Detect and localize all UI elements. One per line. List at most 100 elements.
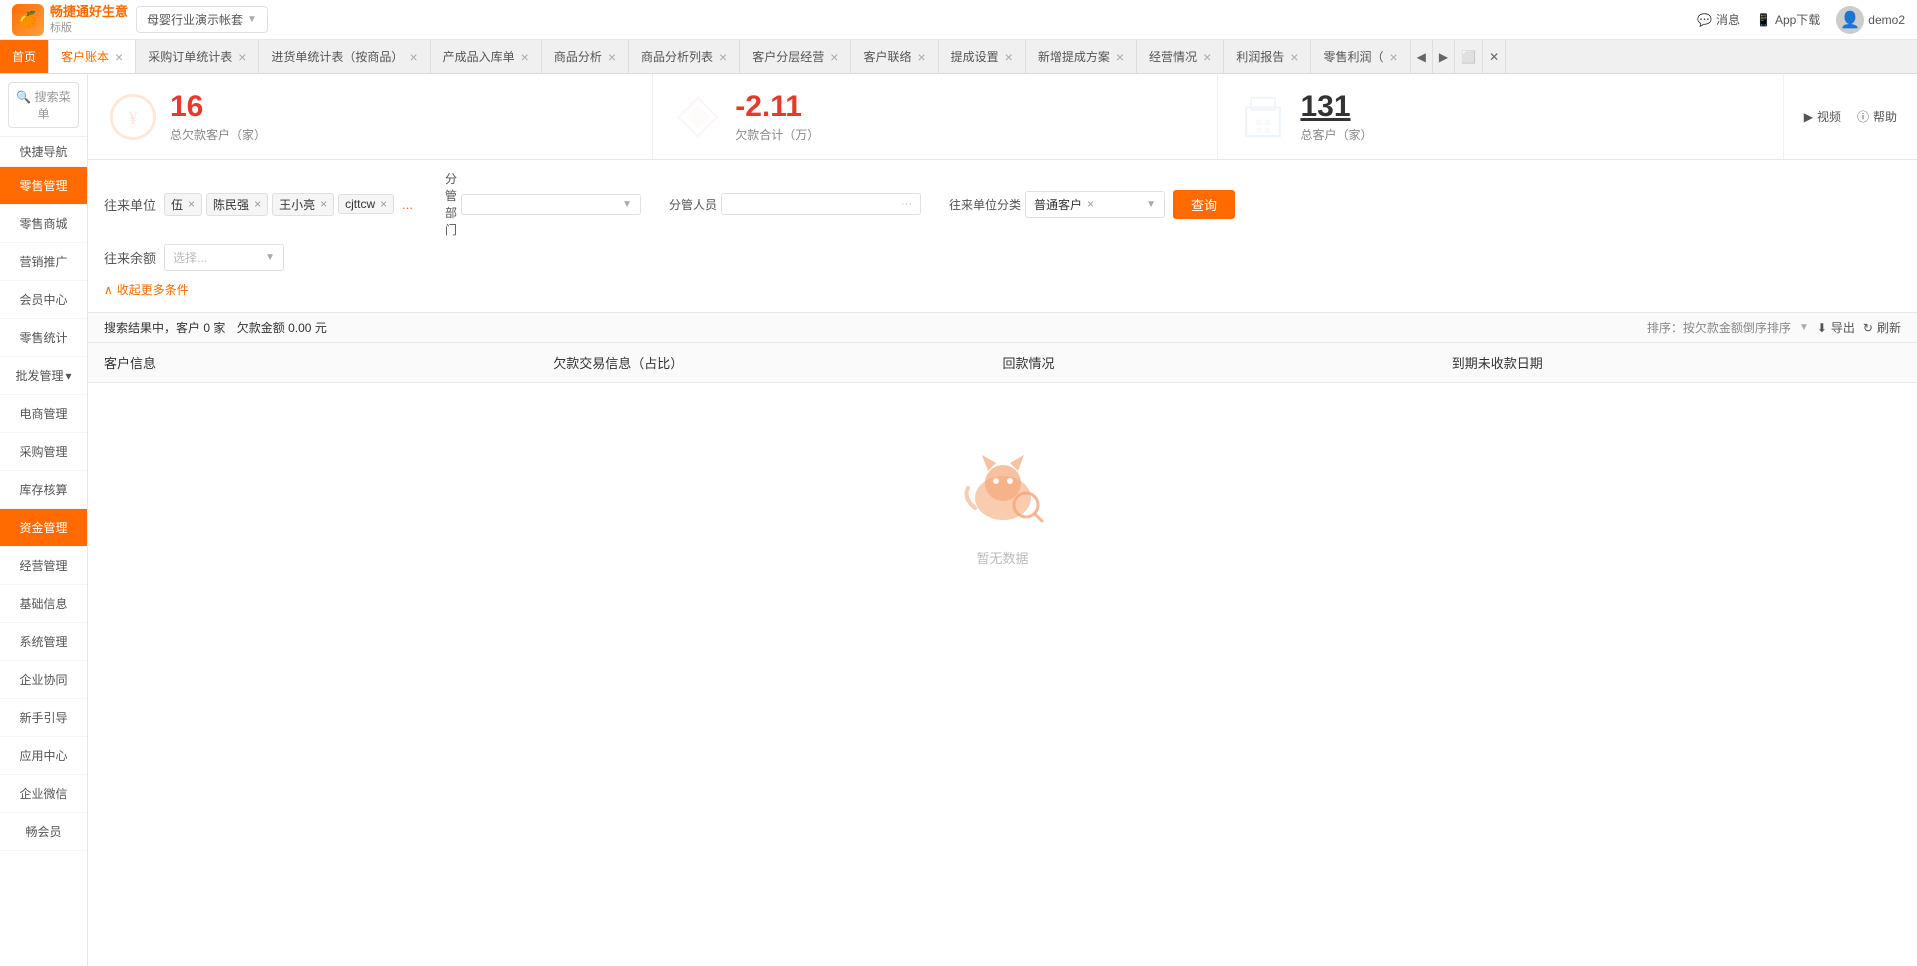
close-business-status-tab[interactable]: × [1203, 50, 1211, 64]
quick-nav-btn[interactable]: 快捷导航 [0, 137, 87, 167]
sidebar-item-system[interactable]: 系统管理 [0, 623, 87, 661]
top-bar-left: 🍊 畅捷通好生意 标版 母婴行业演示帐套 ▼ [12, 4, 268, 36]
sidebar-item-wholesale[interactable]: 批发管理 ▾ [0, 357, 87, 395]
help-btn[interactable]: ⓘ 帮助 [1857, 108, 1897, 125]
close-goods-analysis-tab[interactable]: × [608, 50, 616, 64]
message-btn[interactable]: 💬 消息 [1697, 11, 1740, 28]
tab-raise-settings-label: 提成设置 [951, 48, 999, 65]
stat-total-clients: 131 总客户（家） [1218, 74, 1783, 159]
app-download-btn[interactable]: 📱 App下载 [1756, 11, 1820, 28]
logo-text: 畅捷通好生意 标版 [50, 4, 128, 35]
sidebar-item-retail-stats[interactable]: 零售统计 [0, 319, 87, 357]
logo-main: 畅捷通好生意 [50, 4, 128, 21]
close-receivables-tab[interactable]: × [115, 50, 123, 64]
tab-close-all-btn[interactable]: ✕ [1483, 40, 1506, 73]
dept-select[interactable]: ▼ [461, 194, 641, 215]
tab-bar: 首页 客户账本 × 采购订单统计表 × 进货单统计表（按商品） × 产成品入库单… [0, 40, 1917, 74]
sidebar-item-operation[interactable]: 经营管理 [0, 547, 87, 585]
video-btn[interactable]: ▶ 视频 [1804, 108, 1841, 125]
sidebar-search-area: 🔍 搜索菜单 [0, 74, 87, 137]
person-more-icon: ··· [901, 198, 912, 210]
unit-category-select[interactable]: 普通客户 × ▼ [1025, 191, 1165, 218]
close-retail-profit-tab[interactable]: × [1389, 50, 1397, 64]
sidebar-item-member-center[interactable]: 会员中心 [0, 281, 87, 319]
tab-home[interactable]: 首页 [0, 40, 49, 73]
tab-customer-contact[interactable]: 客户联络 × [851, 40, 938, 73]
export-btn[interactable]: ⬇ 导出 [1817, 319, 1855, 336]
collapse-label: 收起更多条件 [117, 281, 189, 298]
tab-new-success-plan[interactable]: 新增提成方案 × [1026, 40, 1137, 73]
remove-unit-tag-2[interactable]: × [320, 197, 327, 211]
unit-tag-0: 伍 × [164, 193, 202, 216]
tab-inbound-stats[interactable]: 进货单统计表（按商品） × [259, 40, 430, 73]
tab-retail-profit[interactable]: 零售利润（ × [1311, 40, 1410, 73]
tab-goods-analysis-list[interactable]: 商品分析列表 × [629, 40, 740, 73]
close-inbound-stats-tab[interactable]: × [409, 50, 417, 64]
more-tags-btn[interactable]: ... [398, 195, 417, 214]
table-col-repayment: 回款情况 [1003, 353, 1452, 372]
remove-unit-tag-3[interactable]: × [380, 197, 387, 211]
sidebar-item-retail-mall[interactable]: 零售商城 [0, 205, 87, 243]
tab-raise-settings[interactable]: 提成设置 × [939, 40, 1026, 73]
sidebar-item-marketing[interactable]: 营销推广 [0, 243, 87, 281]
tab-prev-btn[interactable]: ◀ [1411, 40, 1433, 73]
unit-category-label: 往来单位分类 [949, 196, 1021, 213]
close-profit-report-tab[interactable]: × [1290, 50, 1298, 64]
tab-next-btn[interactable]: ▶ [1433, 40, 1455, 73]
sidebar-item-inventory[interactable]: 库存核算 [0, 471, 87, 509]
user-menu[interactable]: 👤 demo2 [1836, 6, 1905, 34]
sidebar-item-app-center[interactable]: 应用中心 [0, 737, 87, 775]
tab-business-status[interactable]: 经营情况 × [1137, 40, 1224, 73]
unit-category-tag-0: 普通客户 × [1034, 196, 1094, 213]
tab-cost-inbound[interactable]: 产成品入库单 × [431, 40, 542, 73]
tab-cost-inbound-label: 产成品入库单 [443, 48, 515, 65]
sidebar-item-retail[interactable]: 零售管理 [0, 167, 87, 205]
sidebar-item-enterprise[interactable]: 企业协同 [0, 661, 87, 699]
query-btn[interactable]: 查询 [1173, 190, 1235, 219]
tab-customer-segment[interactable]: 客户分层经营 × [740, 40, 851, 73]
help-icon: ⓘ [1857, 108, 1869, 125]
balance-select[interactable]: 选择... ▼ [164, 244, 284, 271]
dept-label: 分管部门 [445, 170, 457, 238]
refresh-btn[interactable]: ↻ 刷新 [1863, 319, 1901, 336]
unit-category-chevron-icon: ▼ [1146, 199, 1156, 210]
unit-tag-1: 陈民强 × [206, 193, 268, 216]
debt-unit: 元 [315, 321, 327, 335]
svg-text:¥: ¥ [128, 108, 138, 129]
close-customer-segment-tab[interactable]: × [830, 50, 838, 64]
account-selector[interactable]: 母婴行业演示帐套 ▼ [136, 6, 268, 33]
tab-profit-report[interactable]: 利润报告 × [1224, 40, 1311, 73]
tab-goods-analysis[interactable]: 商品分析 × [542, 40, 629, 73]
close-goods-analysis-list-tab[interactable]: × [719, 50, 727, 64]
help-label: 帮助 [1873, 108, 1897, 125]
sidebar-item-purchase[interactable]: 采购管理 [0, 433, 87, 471]
search-menu-btn[interactable]: 🔍 搜索菜单 [8, 82, 79, 128]
close-raise-settings-tab[interactable]: × [1005, 50, 1013, 64]
sidebar-item-basic-info[interactable]: 基础信息 [0, 585, 87, 623]
tab-purchase-orders[interactable]: 采购订单统计表 × [136, 40, 259, 73]
sort-chevron-icon: ▼ [1799, 322, 1809, 333]
remove-unit-category-tag-0[interactable]: × [1087, 197, 1094, 211]
collapse-btn[interactable]: ∧ 收起更多条件 [104, 277, 1901, 302]
person-select[interactable]: ··· [721, 193, 921, 215]
sidebar-item-ecommerce[interactable]: 电商管理 [0, 395, 87, 433]
close-cost-inbound-tab[interactable]: × [521, 50, 529, 64]
sidebar-item-system-label: 系统管理 [19, 635, 67, 649]
stat-total-debt-label: 欠款合计（万） [735, 126, 819, 143]
close-customer-contact-tab[interactable]: × [917, 50, 925, 64]
collapse-area: ∧ 收起更多条件 [104, 277, 1901, 302]
sidebar-item-member[interactable]: 畅会员 [0, 813, 87, 851]
remove-unit-tag-1[interactable]: × [254, 197, 261, 211]
remove-unit-tag-0[interactable]: × [188, 197, 195, 211]
close-new-success-plan-tab[interactable]: × [1116, 50, 1124, 64]
refresh-label: 刷新 [1877, 319, 1901, 336]
tab-receivables[interactable]: 客户账本 × [49, 40, 136, 73]
tab-maximize-btn[interactable]: ⬜ [1455, 40, 1483, 73]
close-purchase-orders-tab[interactable]: × [238, 50, 246, 64]
sidebar-item-wechat[interactable]: 企业微信 [0, 775, 87, 813]
sidebar-item-new-guide[interactable]: 新手引导 [0, 699, 87, 737]
sidebar-item-finance[interactable]: 资金管理 [0, 509, 87, 547]
tab-new-success-plan-label: 新增提成方案 [1038, 48, 1110, 65]
content-area: ¥ 16 总欠款客户（家） -2.11 欠款合计（万 [88, 74, 1917, 966]
search-icon: 🔍 [16, 90, 31, 104]
